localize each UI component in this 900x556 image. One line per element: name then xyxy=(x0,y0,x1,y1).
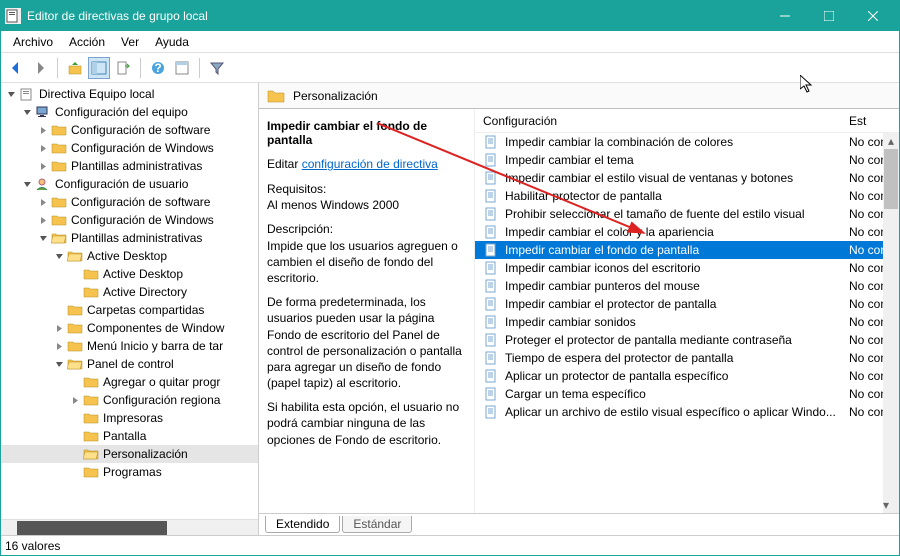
close-button[interactable] xyxy=(851,1,895,31)
scroll-down-icon[interactable]: ▾ xyxy=(883,497,889,513)
svg-text:?: ? xyxy=(154,61,161,75)
policy-item[interactable]: Impedir cambiar el color y la apariencia… xyxy=(475,223,899,241)
policy-item[interactable]: Cargar un tema específicoNo con xyxy=(475,385,899,403)
maximize-button[interactable] xyxy=(807,1,851,31)
tree-item[interactable]: Active Directory xyxy=(1,283,258,301)
column-state[interactable]: Est xyxy=(849,114,899,128)
policy-item[interactable]: Proteger el protector de pantalla median… xyxy=(475,331,899,349)
up-button[interactable] xyxy=(64,57,86,79)
tree-item[interactable]: Programas xyxy=(1,463,258,481)
requirements-text: Al menos Windows 2000 xyxy=(267,197,466,213)
status-text: 16 valores xyxy=(5,539,60,553)
list-vertical-scrollbar[interactable]: ▴ ▾ xyxy=(883,133,899,513)
description-paragraph: Si habilita esta opción, el usuario no p… xyxy=(267,399,466,448)
details-pane: Personalización Impedir cambiar el fondo… xyxy=(259,83,899,535)
description-pane: Impedir cambiar el fondo de pantalla Edi… xyxy=(259,109,474,513)
policy-item[interactable]: Impedir cambiar sonidosNo con xyxy=(475,313,899,331)
requirements-label: Requisitos: xyxy=(267,181,466,197)
path-text: Personalización xyxy=(293,89,378,103)
policy-list-pane: Configuración Est Impedir cambiar la com… xyxy=(474,109,899,513)
menu-action[interactable]: Acción xyxy=(61,33,113,51)
edit-policy-line: Editar configuración de directiva xyxy=(267,157,466,171)
tree-item[interactable]: Configuración de Windows xyxy=(1,139,258,157)
properties-button[interactable] xyxy=(171,57,193,79)
toolbar-separator xyxy=(199,58,200,78)
policy-item[interactable]: Impedir cambiar el fondo de pantallaNo c… xyxy=(475,241,899,259)
tree-item[interactable]: Configuración de software xyxy=(1,193,258,211)
toolbar: ? xyxy=(1,53,899,83)
content-area: Impedir cambiar el fondo de pantalla Edi… xyxy=(259,109,899,513)
menu-file[interactable]: Archivo xyxy=(5,33,61,51)
tree-item[interactable]: Impresoras xyxy=(1,409,258,427)
policy-item[interactable]: Prohibir seleccionar el tamaño de fuente… xyxy=(475,205,899,223)
menu-bar: Archivo Acción Ver Ayuda xyxy=(1,31,899,53)
status-bar: 16 valores xyxy=(1,535,899,555)
tree-item[interactable]: Configuración de software xyxy=(1,121,258,139)
description-paragraph: De forma predeterminada, los usuarios pu… xyxy=(267,294,466,391)
policy-item[interactable]: Aplicar un archivo de estilo visual espe… xyxy=(475,403,899,421)
window-title: Editor de directivas de grupo local xyxy=(27,9,763,23)
tree-pane: Directiva Equipo localConfiguración del … xyxy=(1,83,259,535)
tree-item[interactable]: Active Desktop xyxy=(1,247,258,265)
tree-horizontal-scrollbar[interactable] xyxy=(1,519,258,535)
edit-policy-link[interactable]: configuración de directiva xyxy=(302,157,438,171)
tree-item[interactable]: Plantillas administrativas xyxy=(1,229,258,247)
tree-item[interactable]: Plantillas administrativas xyxy=(1,157,258,175)
app-icon xyxy=(5,8,21,24)
toolbar-separator xyxy=(140,58,141,78)
tab-standard[interactable]: Estándar xyxy=(342,516,412,533)
tree-item[interactable]: Configuración regiona xyxy=(1,391,258,409)
tree-item[interactable]: Agregar o quitar progr xyxy=(1,373,258,391)
tree-item[interactable]: Configuración del equipo xyxy=(1,103,258,121)
tree-item[interactable]: Componentes de Window xyxy=(1,319,258,337)
description-paragraph: Impide que los usuarios agreguen o cambi… xyxy=(267,238,466,287)
column-configuration[interactable]: Configuración xyxy=(475,114,849,128)
tree-item[interactable]: Configuración de Windows xyxy=(1,211,258,229)
minimize-button[interactable] xyxy=(763,1,807,31)
policy-item[interactable]: Tiempo de espera del protector de pantal… xyxy=(475,349,899,367)
menu-help[interactable]: Ayuda xyxy=(147,33,197,51)
tree-item[interactable]: Panel de control xyxy=(1,355,258,373)
help-button[interactable]: ? xyxy=(147,57,169,79)
policy-item[interactable]: Impedir cambiar el protector de pantalla… xyxy=(475,295,899,313)
title-bar: Editor de directivas de grupo local xyxy=(1,1,899,31)
policy-item[interactable]: Habilitar protector de pantallaNo con xyxy=(475,187,899,205)
menu-view[interactable]: Ver xyxy=(113,33,147,51)
policy-item[interactable]: Impedir cambiar el temaNo con xyxy=(475,151,899,169)
tree-item[interactable]: Pantalla xyxy=(1,427,258,445)
main-content: Directiva Equipo localConfiguración del … xyxy=(1,83,899,535)
tab-extended[interactable]: Extendido xyxy=(265,516,340,533)
forward-button[interactable] xyxy=(29,57,51,79)
policy-list[interactable]: Impedir cambiar la combinación de colore… xyxy=(475,133,899,513)
navigation-tree[interactable]: Directiva Equipo localConfiguración del … xyxy=(1,83,258,483)
policy-item[interactable]: Impedir cambiar iconos del escritorioNo … xyxy=(475,259,899,277)
tree-item[interactable]: Directiva Equipo local xyxy=(1,85,258,103)
view-tabs: Extendido Estándar xyxy=(259,513,899,535)
back-button[interactable] xyxy=(5,57,27,79)
description-label: Descripción: xyxy=(267,221,466,237)
tree-item[interactable]: Configuración de usuario xyxy=(1,175,258,193)
policy-item[interactable]: Impedir cambiar la combinación de colore… xyxy=(475,133,899,151)
toolbar-separator xyxy=(57,58,58,78)
list-header: Configuración Est xyxy=(475,109,899,133)
tree-item[interactable]: Carpetas compartidas xyxy=(1,301,258,319)
path-header: Personalización xyxy=(259,83,899,109)
policy-item[interactable]: Impedir cambiar punteros del mouseNo con xyxy=(475,277,899,295)
policy-title: Impedir cambiar el fondo de pantalla xyxy=(267,119,466,147)
tree-item[interactable]: Menú Inicio y barra de tar xyxy=(1,337,258,355)
policy-item[interactable]: Aplicar un protector de pantalla específ… xyxy=(475,367,899,385)
tree-item[interactable]: Active Desktop xyxy=(1,265,258,283)
policy-item[interactable]: Impedir cambiar el estilo visual de vent… xyxy=(475,169,899,187)
scroll-up-icon[interactable]: ▴ xyxy=(883,133,899,149)
tree-item[interactable]: Personalización xyxy=(1,445,258,463)
folder-icon xyxy=(267,88,285,104)
show-tree-button[interactable] xyxy=(88,57,110,79)
filter-button[interactable] xyxy=(206,57,228,79)
export-button[interactable] xyxy=(112,57,134,79)
